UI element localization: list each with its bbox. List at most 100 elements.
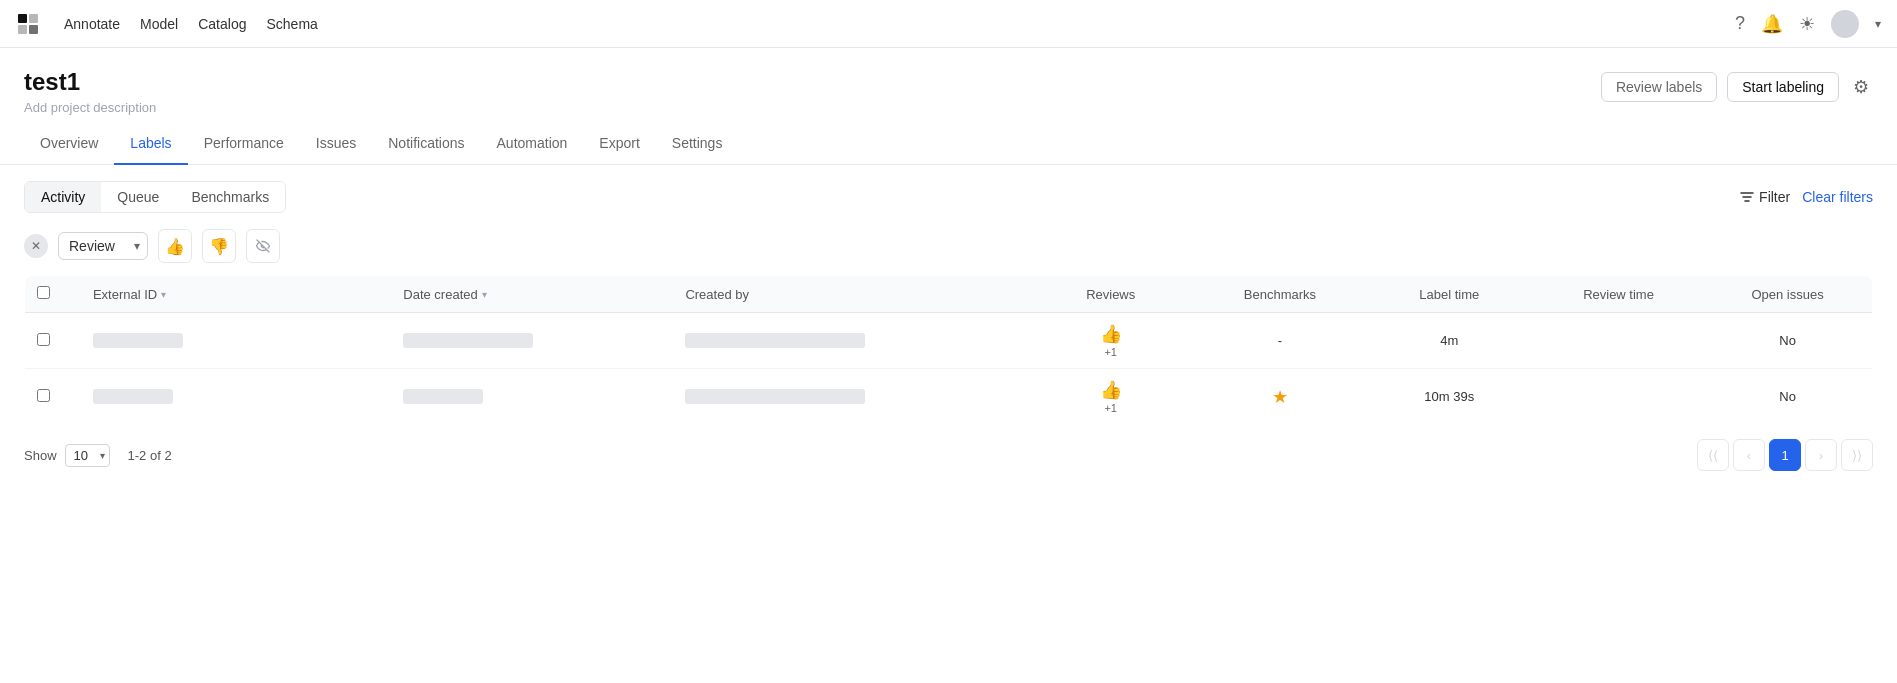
row1-label-time: 4m bbox=[1365, 313, 1534, 369]
data-table-container: External ID ▾ Date created ▾ Created by … bbox=[0, 275, 1897, 425]
th-created-by: Created by bbox=[673, 276, 1026, 313]
row2-benchmarks: ★ bbox=[1195, 369, 1364, 425]
row2-date-created bbox=[391, 369, 673, 425]
row1-open-issues: No bbox=[1703, 313, 1872, 369]
row1-checkbox-cell bbox=[25, 313, 81, 369]
filter-button[interactable]: Filter bbox=[1739, 189, 1790, 205]
row1-benchmarks: - bbox=[1195, 313, 1364, 369]
user-dropdown-arrow[interactable]: ▾ bbox=[1875, 17, 1881, 31]
logo[interactable] bbox=[16, 12, 40, 36]
th-open-issues: Open issues bbox=[1703, 276, 1872, 313]
project-settings-gear-icon[interactable]: ⚙ bbox=[1849, 72, 1873, 102]
nav-links: Annotate Model Catalog Schema bbox=[64, 16, 318, 32]
header-actions: Review labels Start labeling ⚙ bbox=[1601, 72, 1873, 102]
subtabs-right: Filter Clear filters bbox=[1739, 189, 1873, 205]
th-reviews: Reviews bbox=[1026, 276, 1195, 313]
nav-model[interactable]: Model bbox=[140, 16, 178, 32]
page-size-select[interactable]: 10 25 50 bbox=[65, 444, 110, 467]
subtab-activity[interactable]: Activity bbox=[25, 182, 101, 212]
date-sort-icon: ▾ bbox=[482, 289, 487, 300]
nav-annotate[interactable]: Annotate bbox=[64, 16, 120, 32]
tab-issues[interactable]: Issues bbox=[300, 123, 372, 165]
row1-review-count: +1 bbox=[1104, 346, 1117, 358]
row1-external-id[interactable] bbox=[81, 313, 391, 369]
tab-automation[interactable]: Automation bbox=[481, 123, 584, 165]
thumbs-up-filter-button[interactable]: 👍 bbox=[158, 229, 192, 263]
help-icon[interactable]: ? bbox=[1735, 13, 1745, 34]
th-review-time: Review time bbox=[1534, 276, 1703, 313]
row2-open-issues: No bbox=[1703, 369, 1872, 425]
last-page-button[interactable]: ⟩⟩ bbox=[1841, 439, 1873, 471]
row2-label-time: 10m 39s bbox=[1365, 369, 1534, 425]
row1-date-created bbox=[391, 313, 673, 369]
star-icon: ★ bbox=[1272, 387, 1288, 407]
theme-icon[interactable]: ☀ bbox=[1799, 13, 1815, 35]
thumbs-up-icon: 👍 bbox=[1100, 323, 1122, 345]
pagination-bar: Show 10 25 50 ▾ 1-2 of 2 ⟨⟨ ‹ 1 › ⟩⟩ bbox=[0, 425, 1897, 485]
show-label: Show bbox=[24, 448, 57, 463]
prev-page-button[interactable]: ‹ bbox=[1733, 439, 1765, 471]
select-all-checkbox[interactable] bbox=[37, 286, 50, 299]
nav-schema[interactable]: Schema bbox=[266, 16, 317, 32]
pagination-left: Show 10 25 50 ▾ 1-2 of 2 bbox=[24, 444, 172, 467]
top-navigation: Annotate Model Catalog Schema ? 🔔 ☀ ▾ bbox=[0, 0, 1897, 48]
next-page-button[interactable]: › bbox=[1805, 439, 1837, 471]
filter-type-select[interactable]: Review bbox=[58, 232, 148, 260]
filter-icon bbox=[1739, 189, 1755, 205]
eye-off-icon bbox=[255, 238, 271, 254]
svg-rect-0 bbox=[18, 14, 27, 23]
row1-created-by bbox=[673, 313, 1026, 369]
clear-filters-button[interactable]: Clear filters bbox=[1802, 189, 1873, 205]
filter-select-wrapper: Review ▾ bbox=[58, 232, 148, 260]
row1-review-time bbox=[1534, 313, 1703, 369]
page-header: test1 Add project description Review lab… bbox=[0, 48, 1897, 115]
page-size-wrapper: 10 25 50 ▾ bbox=[65, 444, 110, 467]
table-row: 👍 +1 - 4m No bbox=[25, 313, 1873, 369]
filter-close-button[interactable]: ✕ bbox=[24, 234, 48, 258]
subtabs-bar: Activity Queue Benchmarks Filter Clear f… bbox=[0, 165, 1897, 229]
row2-review-time bbox=[1534, 369, 1703, 425]
nav-catalog[interactable]: Catalog bbox=[198, 16, 246, 32]
row2-review-count: +1 bbox=[1104, 402, 1117, 414]
review-labels-button[interactable]: Review labels bbox=[1601, 72, 1717, 102]
row2-checkbox[interactable] bbox=[37, 389, 50, 402]
th-date-created[interactable]: Date created ▾ bbox=[391, 276, 673, 313]
row1-reviews: 👍 +1 bbox=[1026, 313, 1195, 369]
row2-external-id[interactable] bbox=[81, 369, 391, 425]
subtab-benchmarks[interactable]: Benchmarks bbox=[175, 182, 285, 212]
tab-labels[interactable]: Labels bbox=[114, 123, 187, 165]
data-table: External ID ▾ Date created ▾ Created by … bbox=[24, 275, 1873, 425]
th-external-id[interactable]: External ID ▾ bbox=[81, 276, 391, 313]
subtabs: Activity Queue Benchmarks bbox=[24, 181, 286, 213]
start-labeling-button[interactable]: Start labeling bbox=[1727, 72, 1839, 102]
avatar[interactable] bbox=[1831, 10, 1859, 38]
tab-notifications[interactable]: Notifications bbox=[372, 123, 480, 165]
tab-export[interactable]: Export bbox=[583, 123, 655, 165]
svg-rect-2 bbox=[18, 25, 27, 34]
tab-overview[interactable]: Overview bbox=[24, 123, 114, 165]
svg-rect-3 bbox=[29, 25, 38, 34]
pagination-info: 1-2 of 2 bbox=[128, 448, 172, 463]
thumbs-up-icon: 👍 bbox=[1100, 379, 1122, 401]
subtab-queue[interactable]: Queue bbox=[101, 182, 175, 212]
page-subtitle[interactable]: Add project description bbox=[24, 100, 156, 115]
row2-created-by bbox=[673, 369, 1026, 425]
main-tabs: Overview Labels Performance Issues Notif… bbox=[0, 123, 1897, 165]
th-checkbox bbox=[25, 276, 81, 313]
th-label-time: Label time bbox=[1365, 276, 1534, 313]
table-row: 👍 +1 ★ 10m 39s No bbox=[25, 369, 1873, 425]
filter-row: ✕ Review ▾ 👍 👎 bbox=[0, 229, 1897, 275]
first-page-button[interactable]: ⟨⟨ bbox=[1697, 439, 1729, 471]
notifications-icon[interactable]: 🔔 bbox=[1761, 13, 1783, 35]
tab-settings[interactable]: Settings bbox=[656, 123, 739, 165]
external-id-sort-icon: ▾ bbox=[161, 289, 166, 300]
nav-right-actions: ? 🔔 ☀ ▾ bbox=[1735, 10, 1881, 38]
thumbs-down-filter-button[interactable]: 👎 bbox=[202, 229, 236, 263]
row2-reviews: 👍 +1 bbox=[1026, 369, 1195, 425]
page-1-button[interactable]: 1 bbox=[1769, 439, 1801, 471]
tab-performance[interactable]: Performance bbox=[188, 123, 300, 165]
row1-checkbox[interactable] bbox=[37, 333, 50, 346]
svg-rect-1 bbox=[29, 14, 38, 23]
page-title: test1 bbox=[24, 68, 156, 96]
hidden-filter-button[interactable] bbox=[246, 229, 280, 263]
